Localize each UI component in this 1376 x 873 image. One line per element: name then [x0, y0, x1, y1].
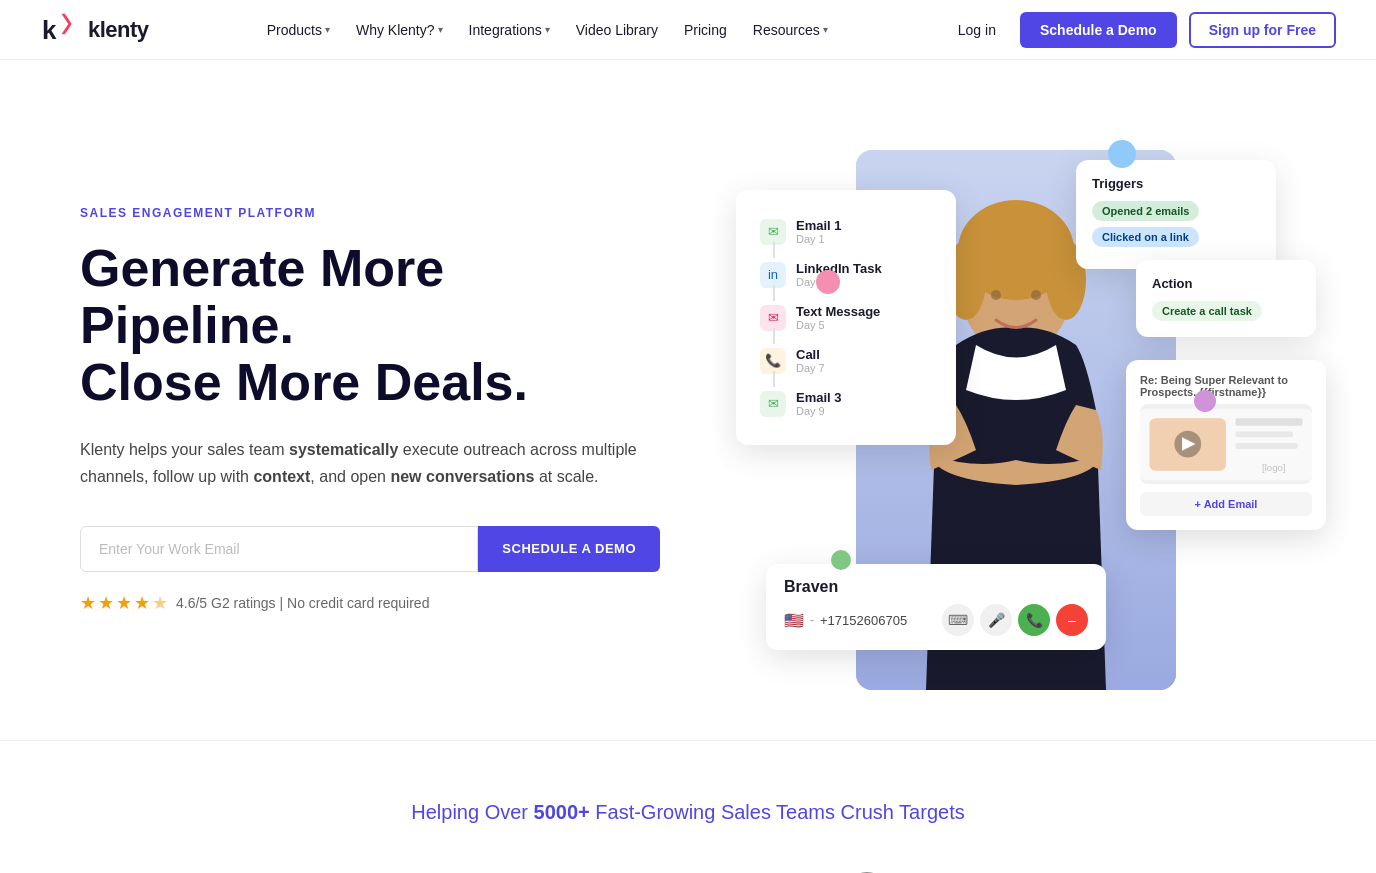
stars: ★ ★ ★ ★ ★: [80, 592, 168, 614]
dot-pink-decoration: [816, 270, 840, 294]
schedule-demo-button[interactable]: SCHEDULE A DEMO: [478, 526, 660, 572]
seq-label: Call: [796, 347, 825, 362]
dot-blue-decoration: [1108, 140, 1136, 168]
seq-day: Day 5: [796, 319, 880, 331]
triggers-panel: Triggers Opened 2 emails Clicked on a li…: [1076, 160, 1276, 269]
star-3: ★: [116, 592, 132, 614]
hero-subtitle: Klenty helps your sales team systematica…: [80, 436, 660, 490]
seq-day: Day 9: [796, 405, 842, 417]
call-action-icons: ⌨ 🎤 📞 –: [942, 604, 1088, 636]
email-icon: ✉: [760, 391, 786, 417]
svg-rect-15: [1236, 443, 1298, 449]
rating-text: 4.6/5 G2 ratings | No credit card requir…: [176, 595, 429, 611]
star-1: ★: [80, 592, 96, 614]
login-button[interactable]: Log in: [946, 16, 1008, 44]
nav-why-klenty[interactable]: Why Klenty? ▾: [346, 16, 453, 44]
accept-call-button[interactable]: 📞: [1018, 604, 1050, 636]
star-2: ★: [98, 592, 114, 614]
svg-point-8: [1031, 290, 1041, 300]
chevron-down-icon: ▾: [823, 24, 828, 35]
seq-label: Text Message: [796, 304, 880, 319]
dot-green-decoration: [831, 550, 851, 570]
chevron-down-icon: ▾: [438, 24, 443, 35]
star-4: ★: [134, 592, 150, 614]
phone-number: +17152606705: [820, 613, 907, 628]
hero-right: ✉ Email 1 Day 1 in LinkedIn Task Day 3 ✉: [660, 130, 1296, 690]
seq-item-call: 📞 Call Day 7: [760, 339, 932, 382]
seq-label: LinkedIn Task: [796, 261, 882, 276]
nav-resources[interactable]: Resources ▾: [743, 16, 838, 44]
nav-video-library[interactable]: Video Library: [566, 16, 668, 44]
sms-icon: ✉: [760, 305, 786, 331]
svg-marker-1: [62, 13, 72, 33]
action-panel: Action Create a call task: [1136, 260, 1316, 337]
nav-pricing[interactable]: Pricing: [674, 16, 737, 44]
rating-row: ★ ★ ★ ★ ★ 4.6/5 G2 ratings | No credit c…: [80, 592, 660, 614]
seq-item-sms: ✉ Text Message Day 5: [760, 296, 932, 339]
navbar: k klenty Products ▾ Why Klenty? ▾ Integr…: [0, 0, 1376, 60]
triggers-title: Triggers: [1092, 176, 1260, 191]
svg-rect-14: [1236, 431, 1293, 437]
call-info-row: 🇺🇸 - +17152606705 ⌨ 🎤 📞 –: [784, 604, 1088, 636]
schedule-demo-nav-button[interactable]: Schedule a Demo: [1020, 12, 1177, 48]
seq-label: Email 1: [796, 218, 842, 233]
sequence-panel: ✉ Email 1 Day 1 in LinkedIn Task Day 3 ✉: [736, 190, 956, 445]
email-preview-image: [logo]: [1140, 404, 1312, 484]
hero-left: SALES ENGAGEMENT PLATFORM Generate More …: [80, 206, 660, 614]
dialpad-button[interactable]: ⌨: [942, 604, 974, 636]
trigger-badge-clicked: Clicked on a link: [1092, 227, 1199, 247]
logo-text: klenty: [88, 17, 149, 43]
call-icon: 📞: [760, 348, 786, 374]
email-form: SCHEDULE A DEMO: [80, 526, 660, 572]
svg-text:k: k: [42, 15, 57, 45]
email-preview-subject: Re: Being Super Relevant to Prospects. {…: [1140, 374, 1312, 398]
nav-links: Products ▾ Why Klenty? ▾ Integrations ▾ …: [257, 16, 838, 44]
seq-label: Email 3: [796, 390, 842, 405]
flag-icon: 🇺🇸: [784, 611, 804, 630]
end-call-button[interactable]: –: [1056, 604, 1088, 636]
email-preview-card: Re: Being Super Relevant to Prospects. {…: [1126, 360, 1326, 530]
seq-item-linkedin: in LinkedIn Task Day 3: [760, 253, 932, 296]
chevron-down-icon: ▾: [545, 24, 550, 35]
hero-section: SALES ENGAGEMENT PLATFORM Generate More …: [0, 60, 1376, 740]
svg-text:[logo]: [logo]: [1262, 461, 1285, 472]
action-title: Action: [1152, 276, 1300, 291]
hero-title: Generate More Pipeline. Close More Deals…: [80, 240, 660, 412]
nav-actions: Log in Schedule a Demo Sign up for Free: [946, 12, 1336, 48]
mic-button[interactable]: 🎤: [980, 604, 1012, 636]
nav-products[interactable]: Products ▾: [257, 16, 340, 44]
seq-day: Day 7: [796, 362, 825, 374]
phone-separator: -: [810, 613, 814, 627]
signup-button[interactable]: Sign up for Free: [1189, 12, 1336, 48]
caller-name: Braven: [784, 578, 1088, 596]
seq-item-email1: ✉ Email 1 Day 1: [760, 210, 932, 253]
seq-item-email3: ✉ Email 3 Day 9: [760, 382, 932, 425]
email-icon: ✉: [760, 219, 786, 245]
social-proof-title: Helping Over 5000+ Fast-Growing Sales Te…: [80, 801, 1296, 824]
social-proof-section: Helping Over 5000+ Fast-Growing Sales Te…: [0, 740, 1376, 873]
call-card: Braven 🇺🇸 - +17152606705 ⌨ 🎤 📞 –: [766, 564, 1106, 650]
action-badge: Create a call task: [1152, 301, 1262, 321]
star-half: ★: [152, 592, 168, 614]
svg-point-7: [991, 290, 1001, 300]
chevron-down-icon: ▾: [325, 24, 330, 35]
hero-visual: ✉ Email 1 Day 1 in LinkedIn Task Day 3 ✉: [736, 130, 1296, 690]
hero-badge: SALES ENGAGEMENT PLATFORM: [80, 206, 660, 220]
dot-purple-decoration: [1194, 390, 1216, 412]
logo[interactable]: k klenty: [40, 9, 149, 51]
email-input[interactable]: [80, 526, 478, 572]
seq-day: Day 1: [796, 233, 842, 245]
nav-integrations[interactable]: Integrations ▾: [459, 16, 560, 44]
svg-rect-13: [1236, 418, 1303, 426]
linkedin-icon: in: [760, 262, 786, 288]
trigger-badge-opened: Opened 2 emails: [1092, 201, 1199, 221]
add-email-button[interactable]: + Add Email: [1140, 492, 1312, 516]
